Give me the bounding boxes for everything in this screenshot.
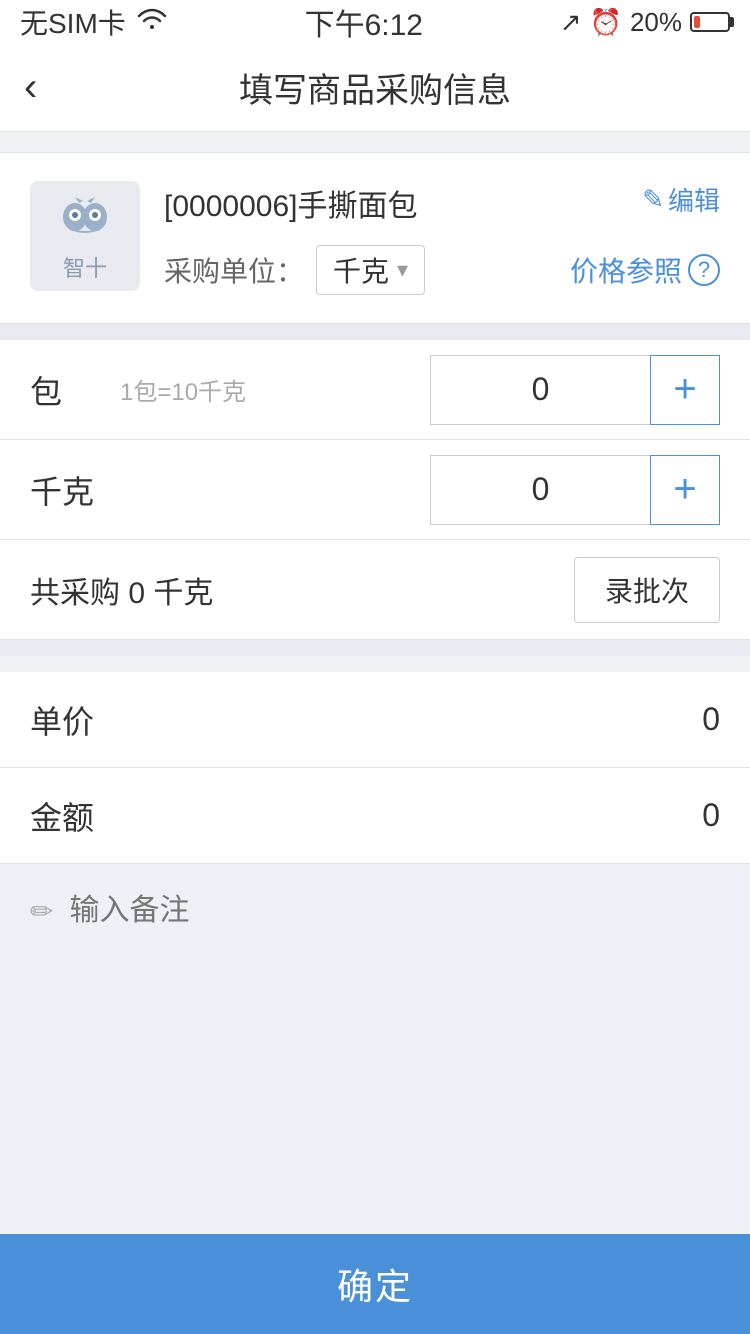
section-divider-2 [0,640,750,656]
bao-sublabel: 1包=10千克 [120,372,246,407]
confirm-button[interactable]: 确定 [0,1234,750,1334]
back-button[interactable]: ‹ [24,65,37,110]
notes-section: ✏ [0,864,750,958]
edit-button[interactable]: ✎ 编辑 [642,181,720,218]
unit-price-label: 单价 [30,697,94,743]
edit-icon: ✎ [642,184,664,215]
status-bar: 无SIM卡 下午6:12 ↗ ⏰ 20% [0,0,750,44]
kg-label: 千克 [30,467,110,513]
nav-bar: ‹ 填写商品采购信息 [0,44,750,132]
product-logo-icon [55,189,115,247]
price-ref-label: 价格参照 [570,250,682,290]
price-ref-button[interactable]: 价格参照 ? [570,250,720,290]
amount-label: 金额 [30,793,94,839]
unit-price-row: 单价 0 [0,672,750,768]
unit-select[interactable]: 千克 ▾ [316,245,425,295]
kg-quantity-input[interactable] [430,455,650,525]
summary-row: 共采购 0 千克 录批次 [0,540,750,640]
batch-button[interactable]: 录批次 [574,557,720,623]
section-divider-1 [0,324,750,340]
wifi-icon [136,6,168,38]
product-card: 智十 [0000006]手撕面包 ✎ 编辑 采购单位： 千克 ▾ 价格参照 ? [0,152,750,324]
unit-dropdown-arrow: ▾ [397,257,408,283]
status-right: ↗ ⏰ 20% [560,7,730,38]
notes-input[interactable] [69,894,720,928]
kg-plus-button[interactable]: + [650,455,720,525]
alarm-icon: ⏰ [590,7,622,38]
page-title: 填写商品采购信息 [239,63,511,112]
bao-label: 包 [30,367,110,413]
amount-value: 0 [702,797,720,834]
summary-text: 共采购 0 千克 [30,568,213,612]
location-icon: ↗ [560,7,582,38]
bao-plus-button[interactable]: + [650,355,720,425]
edit-label: 编辑 [668,181,720,218]
kg-row: 千克 + [0,440,750,540]
product-name: [0000006]手撕面包 [164,181,626,225]
notes-pencil-icon: ✏ [30,895,53,928]
input-section: 包 1包=10千克 + 千克 + 共采购 0 千克 录批次 [0,340,750,640]
carrier-text: 无SIM卡 [20,2,126,42]
unit-price-value: 0 [702,701,720,738]
status-left: 无SIM卡 [20,2,168,42]
battery-percent: 20% [630,7,682,38]
product-image: 智十 [30,181,140,291]
product-logo-text: 智十 [63,251,107,283]
amount-row: 金额 0 [0,768,750,864]
unit-label: 采购单位： [164,250,304,290]
bao-row: 包 1包=10千克 + [0,340,750,440]
unit-value: 千克 [333,250,389,290]
battery-indicator [690,12,730,32]
bao-quantity-input[interactable] [430,355,650,425]
status-time: 下午6:12 [305,0,423,44]
price-section: 单价 0 金额 0 [0,672,750,864]
content-background [0,958,750,1278]
product-info: [0000006]手撕面包 ✎ 编辑 采购单位： 千克 ▾ 价格参照 ? [164,181,720,295]
price-ref-icon: ? [688,254,720,286]
